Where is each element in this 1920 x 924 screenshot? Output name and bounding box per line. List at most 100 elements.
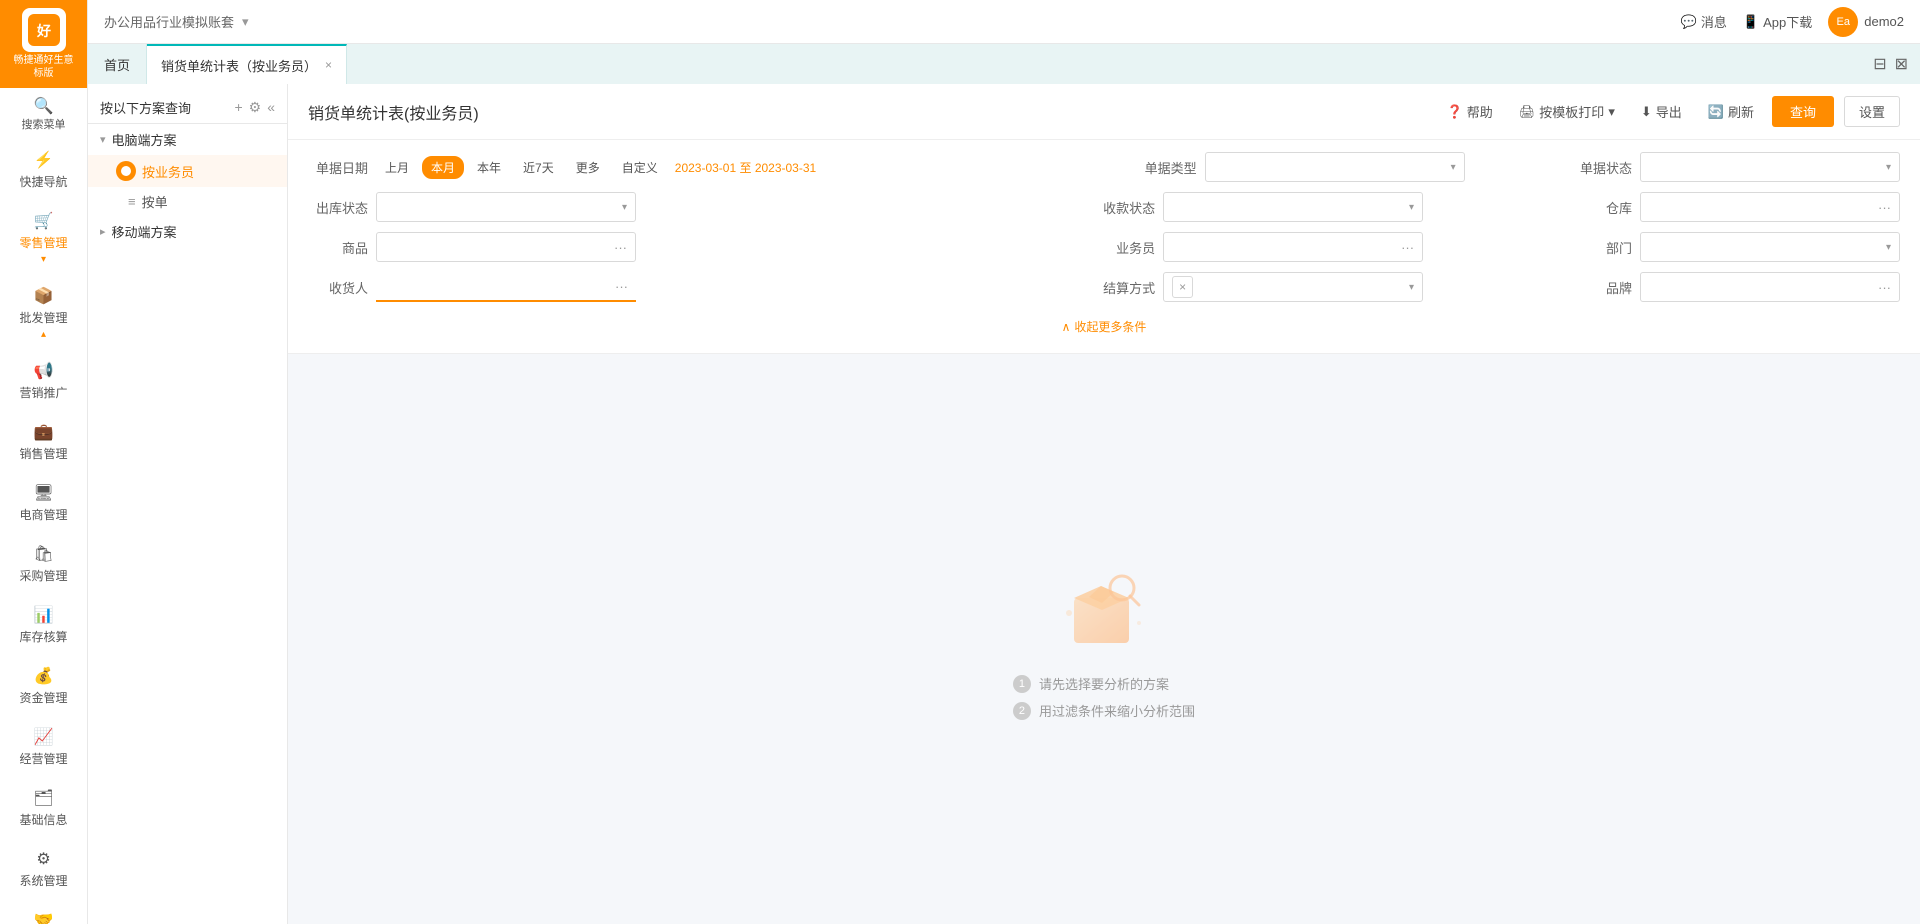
marketing-icon: 📢: [34, 361, 54, 381]
active-scheme-dot: [116, 161, 136, 181]
quicknav-icon: ⚡: [34, 150, 54, 170]
goods-input[interactable]: ···: [376, 232, 636, 262]
export-label: 导出: [1656, 102, 1682, 121]
sidebar-item-operations[interactable]: 📈 经营管理: [0, 717, 87, 778]
department-input[interactable]: ▾: [1640, 232, 1900, 262]
tip-text-2: 用过滤条件来缩小分析范围: [1039, 701, 1195, 720]
sidebar-search[interactable]: 🔍 搜索菜单: [0, 88, 87, 140]
mobile-schemes-parent[interactable]: ▸ 移动端方案: [88, 216, 287, 247]
order-status-input[interactable]: ▾: [1640, 152, 1900, 182]
tab-close-button[interactable]: ×: [325, 58, 332, 72]
tab-maximize-button[interactable]: ⊠: [1895, 54, 1908, 74]
add-scheme-button[interactable]: +: [234, 99, 242, 116]
empty-tip-1: 1 请先选择要分析的方案: [1013, 674, 1195, 693]
logo-text: 畅捷通好生意 标版: [14, 54, 74, 80]
brand-input[interactable]: ···: [1640, 272, 1900, 302]
out-status-chevron: ▾: [622, 202, 627, 213]
left-panel-title: 按以下方案查询: [100, 98, 191, 117]
left-panel-header: 按以下方案查询 + ⚙ «: [88, 92, 287, 123]
sidebar-item-basic[interactable]: 🗂 基础信息: [0, 778, 87, 839]
user-name: demo2: [1864, 14, 1904, 29]
help-button[interactable]: ❓ 帮助: [1439, 98, 1501, 125]
out-status-input[interactable]: ▾: [376, 192, 636, 222]
sidebar-item-marketing[interactable]: 📢 营销推广: [0, 351, 87, 412]
avatar-text: Ea: [1837, 16, 1850, 28]
user-menu[interactable]: Ea demo2: [1828, 7, 1904, 37]
template-print-label: 按模板打印: [1539, 102, 1604, 121]
goods-label: 商品: [308, 238, 368, 257]
settlement-input[interactable]: × ▾: [1163, 272, 1423, 302]
salesman-input[interactable]: ···: [1163, 232, 1423, 262]
order-type-input[interactable]: ▾: [1205, 152, 1465, 182]
date-btn-custom[interactable]: 自定义: [613, 156, 667, 179]
brand-dots[interactable]: ···: [1878, 280, 1891, 295]
receipt-status-input[interactable]: ▾: [1163, 192, 1423, 222]
desktop-schemes-parent[interactable]: ▾ 电脑端方案: [88, 124, 287, 155]
sales-label: 销售管理: [19, 445, 67, 462]
breadcrumb-text: 办公用品行业模拟账套: [104, 12, 234, 31]
inventory-icon: 📊: [34, 605, 54, 625]
operations-icon: 📈: [34, 727, 54, 747]
goods-dots[interactable]: ···: [614, 240, 627, 255]
app-download-button[interactable]: 📱 App下载: [1743, 12, 1812, 31]
topbar-left: 办公用品行业模拟账套 ▾: [104, 12, 249, 31]
order-status-label: 单据状态: [1572, 158, 1632, 177]
empty-tip-2: 2 用过滤条件来缩小分析范围: [1013, 701, 1195, 720]
sidebar-item-sales[interactable]: 💼 销售管理: [0, 412, 87, 473]
tab-home[interactable]: 首页: [88, 44, 147, 84]
collapse-bar[interactable]: ∧ 收起更多条件: [308, 312, 1900, 341]
warehouse-input[interactable]: ···: [1640, 192, 1900, 222]
topbar-right: 💬 消息 📱 App下载 Ea demo2: [1681, 7, 1904, 37]
export-button[interactable]: ⬇ 导出: [1633, 98, 1690, 125]
system-label: 系统管理: [19, 872, 67, 889]
sidebar-item-wholesale[interactable]: 📦 批发管理 ▴: [0, 276, 87, 351]
order-icon: ≡: [128, 194, 136, 209]
scheme-by-order[interactable]: ≡ 按单: [88, 187, 287, 216]
receipt-status-label: 收款状态: [1095, 198, 1155, 217]
receipt-status-chevron: ▾: [1409, 202, 1414, 213]
settings-button[interactable]: 设置: [1844, 96, 1900, 127]
sidebar-item-retail[interactable]: 🛒 零售管理 ▾: [0, 201, 87, 276]
date-btn-more[interactable]: 更多: [567, 156, 609, 179]
tab-active[interactable]: 销货单统计表（按业务员） ×: [147, 44, 347, 84]
sidebar-item-inventory[interactable]: 📊 库存核算: [0, 595, 87, 656]
empty-tips: 1 请先选择要分析的方案 2 用过滤条件来缩小分析范围: [1013, 674, 1195, 720]
purchase-icon: 🛍: [33, 544, 53, 564]
query-button[interactable]: 查询: [1772, 96, 1834, 127]
sidebar-item-system[interactable]: ⚙ 系统管理: [0, 839, 87, 900]
page-actions: ❓ 帮助 🖨 按模板打印 ▾ ⬇ 导出 🔄 刷新: [1439, 96, 1900, 127]
date-btn-this-year[interactable]: 本年: [468, 156, 510, 179]
date-btn-7days[interactable]: 近7天: [514, 156, 563, 179]
marketing-label: 营销推广: [19, 384, 67, 401]
template-print-button[interactable]: 🖨 按模板打印 ▾: [1511, 98, 1623, 125]
mobile-schemes-label: 移动端方案: [112, 222, 177, 241]
download-icon: 📱: [1743, 14, 1759, 30]
warehouse-dots[interactable]: ···: [1878, 200, 1891, 215]
receiver-input[interactable]: ···: [376, 272, 636, 302]
settlement-tag-close[interactable]: ×: [1179, 280, 1186, 294]
salesman-dots[interactable]: ···: [1401, 240, 1414, 255]
settlement-label: 结算方式: [1095, 278, 1155, 297]
sidebar-item-ecommerce[interactable]: 🖥 电商管理: [0, 473, 87, 534]
search-menu-label: 搜索菜单: [4, 116, 83, 132]
left-panel-header-icons: + ⚙ «: [234, 99, 275, 116]
message-button[interactable]: 💬 消息: [1681, 12, 1727, 31]
message-icon: 💬: [1681, 14, 1697, 30]
filter-row-1: 单据日期 上月 本月 本年 近7天 更多 自定义 2023-03-01 至 20…: [308, 152, 1900, 182]
collapse-panel-button[interactable]: «: [267, 99, 275, 116]
refresh-button[interactable]: 🔄 刷新: [1700, 98, 1762, 125]
sidebar-item-enterprise[interactable]: 🤝 企业协同: [0, 900, 87, 924]
receiver-dots[interactable]: ···: [615, 279, 628, 294]
scheme-settings-button[interactable]: ⚙: [249, 99, 262, 116]
sidebar-item-purchase[interactable]: 🛍 采购管理: [0, 534, 87, 595]
scheme-by-salesman[interactable]: 按业务员: [88, 155, 287, 187]
tab-minimize-button[interactable]: ⊟: [1873, 54, 1886, 74]
sidebar-item-finance[interactable]: 💰 资金管理: [0, 656, 87, 717]
scheme-by-salesman-label: 按业务员: [142, 162, 194, 181]
date-range-text: 2023-03-01 至 2023-03-31: [675, 159, 816, 176]
date-btn-last-month[interactable]: 上月: [376, 156, 418, 179]
date-btn-this-month[interactable]: 本月: [422, 156, 464, 179]
quicknav-label: 快捷导航: [19, 173, 67, 190]
print-chevron: ▾: [1608, 104, 1615, 120]
sidebar-item-quicknav[interactable]: ⚡ 快捷导航: [0, 140, 87, 201]
